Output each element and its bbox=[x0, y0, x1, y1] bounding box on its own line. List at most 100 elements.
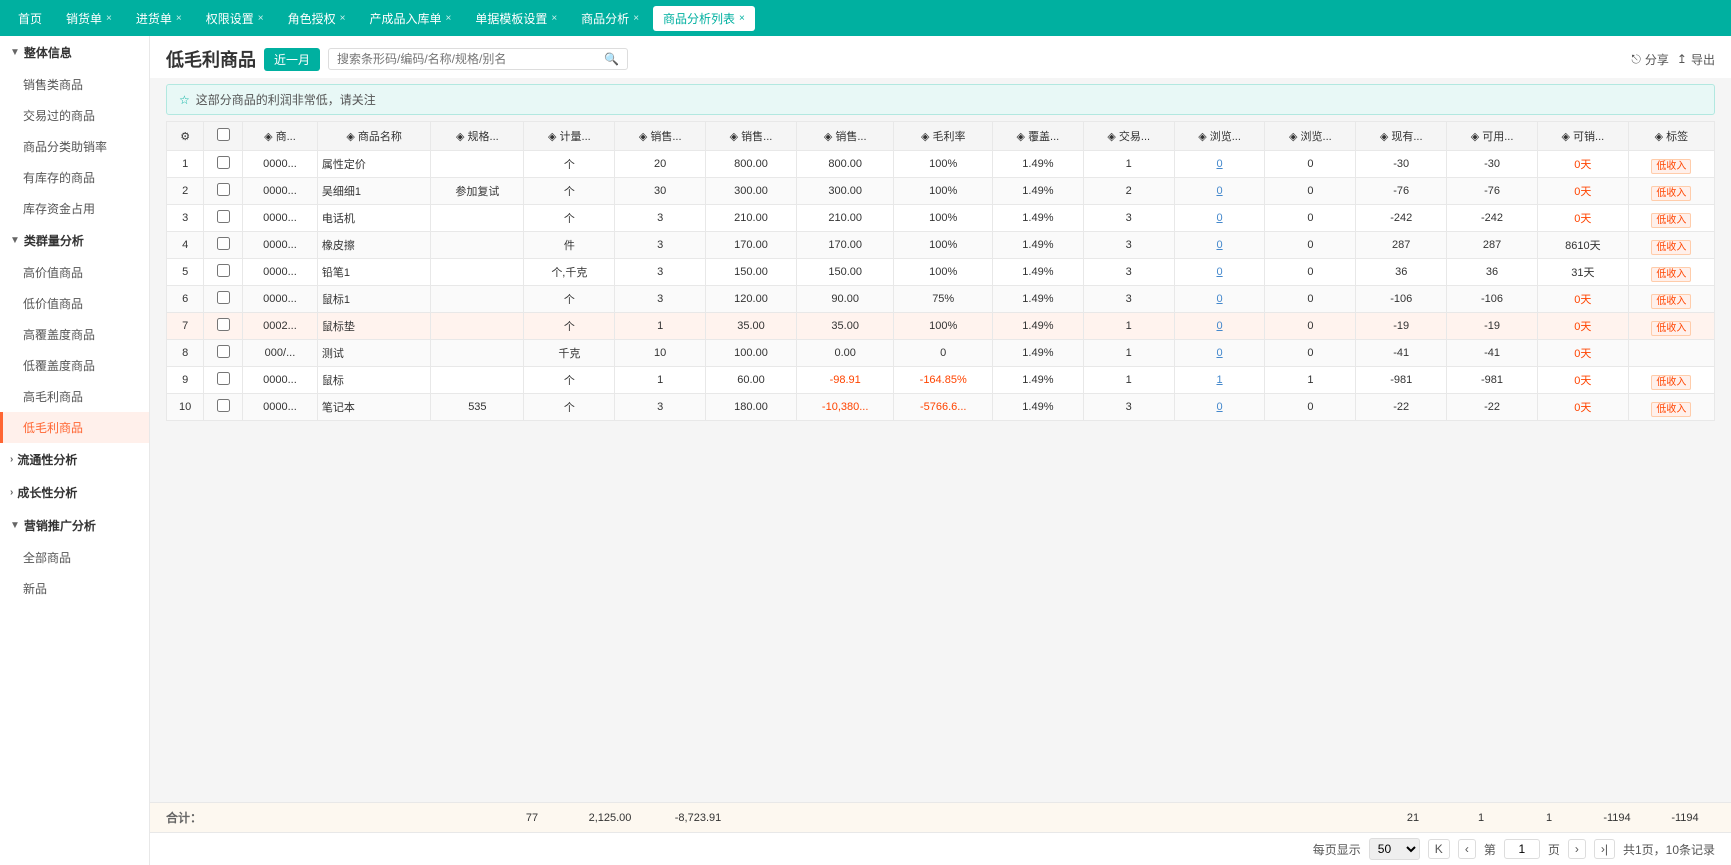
nav-analysis-close[interactable]: × bbox=[633, 13, 639, 24]
share-btn[interactable]: ⎋ 分享 bbox=[1631, 51, 1669, 68]
export-btn[interactable]: ↥ 导出 bbox=[1677, 51, 1715, 68]
tag-badge: 低收入 bbox=[1651, 375, 1691, 390]
row-checkbox[interactable] bbox=[217, 156, 230, 169]
nav-templates-close[interactable]: × bbox=[551, 13, 557, 24]
row-tag bbox=[1628, 340, 1714, 367]
nav-products[interactable]: 产成品入库单 × bbox=[359, 6, 461, 31]
row-checkbox[interactable] bbox=[217, 399, 230, 412]
sidebar-item-high-coverage[interactable]: 高覆盖度商品 bbox=[0, 319, 149, 350]
sidebar-item-traded[interactable]: 交易过的商品 bbox=[0, 100, 149, 131]
row-profit: 100% bbox=[894, 178, 993, 205]
search-input[interactable] bbox=[337, 52, 600, 66]
sidebar-item-low-margin[interactable]: 低毛利商品 bbox=[0, 412, 149, 443]
sidebar-item-inventory-capital[interactable]: 库存资金占用 bbox=[0, 193, 149, 224]
sidebar-group-growth[interactable]: › 成长性分析 bbox=[0, 476, 149, 509]
prev-page-btn[interactable]: ‹ bbox=[1458, 839, 1476, 859]
sidebar-item-all-products[interactable]: 全部商品 bbox=[0, 542, 149, 573]
nav-analysis-list-close[interactable]: × bbox=[739, 13, 745, 24]
sidebar-group-flow[interactable]: › 流通性分析 bbox=[0, 443, 149, 476]
page-input[interactable] bbox=[1504, 839, 1540, 859]
nav-home[interactable]: 首页 bbox=[8, 6, 52, 31]
row-profit: 100% bbox=[894, 313, 993, 340]
row-checkbox[interactable] bbox=[217, 264, 230, 277]
row-browse1[interactable]: 1 bbox=[1174, 367, 1265, 394]
row-check[interactable] bbox=[204, 340, 243, 367]
nav-roles[interactable]: 角色授权 × bbox=[278, 6, 356, 31]
row-saleable: 0天 bbox=[1537, 151, 1628, 178]
sidebar-group-cluster[interactable]: ▼ 类群量分析 bbox=[0, 224, 149, 257]
sidebar-item-low-coverage[interactable]: 低覆盖度商品 bbox=[0, 350, 149, 381]
th-check[interactable] bbox=[204, 122, 243, 151]
next-page-btn[interactable]: › bbox=[1568, 839, 1586, 859]
last-page-btn[interactable]: ›| bbox=[1594, 839, 1615, 859]
row-trade: 2 bbox=[1083, 178, 1174, 205]
footer-sale1: 77 bbox=[502, 812, 562, 824]
th-settings[interactable]: ⚙ bbox=[167, 122, 204, 151]
nav-sales[interactable]: 销货单 × bbox=[56, 6, 122, 31]
row-browse1[interactable]: 0 bbox=[1174, 259, 1265, 286]
per-page-select[interactable]: 50 100 200 bbox=[1369, 838, 1420, 860]
row-checkbox[interactable] bbox=[217, 210, 230, 223]
row-available: 287 bbox=[1447, 232, 1538, 259]
sidebar-item-in-stock[interactable]: 有库存的商品 bbox=[0, 162, 149, 193]
sidebar-item-high-value[interactable]: 高价值商品 bbox=[0, 257, 149, 288]
select-all-checkbox[interactable] bbox=[217, 128, 230, 141]
search-icon[interactable]: 🔍 bbox=[604, 52, 619, 66]
row-check[interactable] bbox=[204, 151, 243, 178]
sidebar-group-overall[interactable]: ▼ 整体信息 bbox=[0, 36, 149, 69]
row-sale2: 100.00 bbox=[706, 340, 797, 367]
nav-purchase[interactable]: 进货单 × bbox=[126, 6, 192, 31]
row-checkbox[interactable] bbox=[217, 237, 230, 250]
sidebar-item-new-products[interactable]: 新品 bbox=[0, 573, 149, 604]
nav-purchase-close[interactable]: × bbox=[176, 13, 182, 24]
row-current: -106 bbox=[1356, 286, 1447, 313]
row-check[interactable] bbox=[204, 259, 243, 286]
sidebar-item-low-value[interactable]: 低价值商品 bbox=[0, 288, 149, 319]
row-checkbox[interactable] bbox=[217, 372, 230, 385]
row-browse1[interactable]: 0 bbox=[1174, 205, 1265, 232]
row-checkbox[interactable] bbox=[217, 183, 230, 196]
row-tag: 低收入 bbox=[1628, 367, 1714, 394]
sidebar-item-sales-products[interactable]: 销售类商品 bbox=[0, 69, 149, 100]
row-sale1: 10 bbox=[615, 340, 706, 367]
row-checkbox[interactable] bbox=[217, 291, 230, 304]
sidebar-item-high-margin[interactable]: 高毛利商品 bbox=[0, 381, 149, 412]
nav-permissions[interactable]: 权限设置 × bbox=[196, 6, 274, 31]
nav-templates[interactable]: 单据模板设置 × bbox=[465, 6, 567, 31]
row-checkbox[interactable] bbox=[217, 345, 230, 358]
nav-products-close[interactable]: × bbox=[445, 13, 451, 24]
row-sale1: 30 bbox=[615, 178, 706, 205]
row-check[interactable] bbox=[204, 394, 243, 421]
row-browse1[interactable]: 0 bbox=[1174, 232, 1265, 259]
nav-permissions-close[interactable]: × bbox=[258, 13, 264, 24]
sidebar-group-marketing[interactable]: ▼ 营销推广分析 bbox=[0, 509, 149, 542]
row-spec bbox=[431, 232, 524, 259]
nav-roles-close[interactable]: × bbox=[340, 13, 346, 24]
row-browse1[interactable]: 0 bbox=[1174, 286, 1265, 313]
nav-sales-close[interactable]: × bbox=[106, 13, 112, 24]
footer-available: -1194 bbox=[1655, 812, 1715, 824]
row-check[interactable] bbox=[204, 367, 243, 394]
row-check[interactable] bbox=[204, 313, 243, 340]
row-saleable: 31天 bbox=[1537, 259, 1628, 286]
row-browse1[interactable]: 0 bbox=[1174, 394, 1265, 421]
first-page-btn[interactable]: K bbox=[1428, 839, 1450, 859]
row-check[interactable] bbox=[204, 205, 243, 232]
row-margin: 1.49% bbox=[992, 313, 1083, 340]
nav-analysis-list[interactable]: 商品分析列表 × bbox=[653, 6, 755, 31]
row-browse1[interactable]: 0 bbox=[1174, 313, 1265, 340]
row-check[interactable] bbox=[204, 232, 243, 259]
row-checkbox[interactable] bbox=[217, 318, 230, 331]
row-check[interactable] bbox=[204, 178, 243, 205]
row-check[interactable] bbox=[204, 286, 243, 313]
footer-current: -1194 bbox=[1587, 812, 1647, 824]
row-browse1[interactable]: 0 bbox=[1174, 151, 1265, 178]
nav-analysis[interactable]: 商品分析 × bbox=[571, 6, 649, 31]
row-browse1[interactable]: 0 bbox=[1174, 178, 1265, 205]
row-code: 0000... bbox=[243, 259, 318, 286]
row-unit: 个 bbox=[524, 367, 615, 394]
sidebar-item-category-rate[interactable]: 商品分类助销率 bbox=[0, 131, 149, 162]
row-sale2: 60.00 bbox=[706, 367, 797, 394]
filter-recent-btn[interactable]: 近一月 bbox=[264, 48, 320, 71]
row-browse1[interactable]: 0 bbox=[1174, 340, 1265, 367]
